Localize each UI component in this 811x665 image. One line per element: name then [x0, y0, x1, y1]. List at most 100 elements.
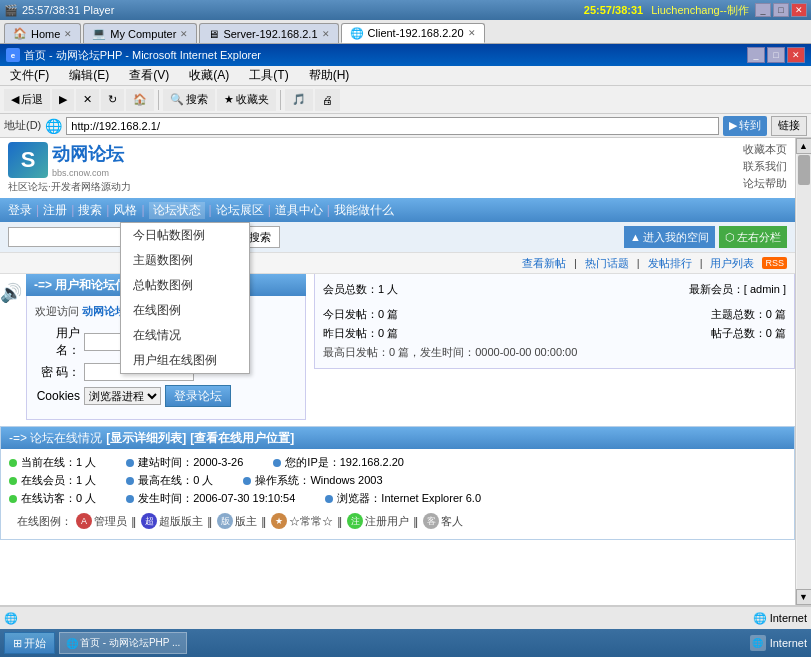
maximize-button[interactable]: □: [773, 3, 789, 17]
nav-search[interactable]: 搜索: [78, 202, 102, 219]
browser-window-controls[interactable]: _ □ ✕: [747, 47, 805, 63]
cookies-select[interactable]: 浏览器进程: [84, 387, 161, 405]
new-posts-link[interactable]: 查看新帖: [522, 256, 566, 271]
help-link[interactable]: 论坛帮助: [743, 176, 787, 191]
menu-help[interactable]: 帮助(H): [303, 66, 356, 85]
lr-split-button[interactable]: ⬡ 左右分栏: [719, 226, 787, 248]
post-rank-link[interactable]: 发帖排行: [648, 256, 692, 271]
menu-bar: 文件(F) 编辑(E) 查看(V) 收藏(A) 工具(T) 帮助(H): [0, 66, 811, 86]
enter-space-button[interactable]: ▲ 进入我的空间: [624, 226, 715, 248]
vip-icon: ★: [271, 513, 287, 529]
print-button[interactable]: 🖨: [315, 89, 340, 111]
scroll-up-arrow[interactable]: ▲: [796, 138, 812, 154]
scroll-track[interactable]: [797, 154, 811, 589]
tab-server[interactable]: 🖥 Server-192.168.2.1 ✕: [199, 23, 338, 43]
status-bar: 🌐 🌐 Internet: [0, 605, 811, 629]
tab-home[interactable]: 🏠 Home ✕: [4, 23, 81, 43]
tab-client-icon: 🌐: [350, 27, 364, 40]
stop-button[interactable]: ✕: [76, 89, 99, 111]
blue-dot3: [126, 477, 134, 485]
nav-login[interactable]: 登录: [8, 202, 32, 219]
address-input[interactable]: [66, 117, 719, 135]
minimize-button[interactable]: _: [755, 3, 771, 17]
home-button[interactable]: 🏠: [126, 89, 154, 111]
online-item-time: 发生时间：2006-07-30 19:10:54: [126, 491, 295, 506]
favorites-toolbar-button[interactable]: ★ 收藏夹: [217, 89, 276, 111]
login-button[interactable]: 登录论坛: [165, 385, 231, 407]
refresh-icon: ↻: [108, 93, 117, 106]
speaker-icon: 🔊: [0, 274, 26, 420]
tab-home-close[interactable]: ✕: [64, 29, 72, 39]
logo-name: 动网论坛: [52, 142, 124, 166]
online-item-founded: 建站时间：2000-3-26: [126, 455, 243, 470]
contact-link[interactable]: 联系我们: [743, 159, 787, 174]
tab-mycomputer-icon: 💻: [92, 27, 106, 40]
user-icons-row: 在线图例： A 管理员 ‖ 超 超版版主 ‖ 版 版主 ‖: [9, 509, 786, 533]
menu-file[interactable]: 文件(F): [4, 66, 55, 85]
arrow-right-icon: ▶: [729, 119, 737, 132]
online-header: -=> 论坛在线情况 [显示详细列表] [查看在线用户位置]: [1, 427, 794, 449]
online-item-current: 当前在线：1 人: [9, 455, 96, 470]
tab-mycomputer-close[interactable]: ✕: [180, 29, 188, 39]
search-toolbar-button[interactable]: 🔍 搜索: [163, 89, 215, 111]
nav-todo[interactable]: 我能做什么: [334, 202, 394, 219]
taskbar-item-ie[interactable]: 🌐 首页 - 动网论坛PHP ...: [59, 632, 187, 654]
windows-icon: ⊞: [13, 637, 22, 650]
forward-icon: ▶: [59, 93, 67, 106]
nav-register[interactable]: 注册: [43, 202, 67, 219]
user-icons-label: 在线图例：: [17, 514, 72, 529]
browser-close[interactable]: ✕: [787, 47, 805, 63]
nav-bar: 登录 | 注册 | 搜索 | 风格 | 论坛状态 | 论坛展区 | 道具中心 |…: [0, 198, 795, 222]
links-button[interactable]: 链接: [771, 116, 807, 136]
tab-client[interactable]: 🌐 Client-192.168.2.20 ✕: [341, 23, 485, 43]
dropdown-item-5[interactable]: 用户组在线图例: [121, 348, 249, 373]
dropdown-item-0[interactable]: 今日帖数图例: [121, 223, 249, 248]
tab-client-close[interactable]: ✕: [468, 28, 476, 38]
nav-tools[interactable]: 道具中心: [275, 202, 323, 219]
scroll-thumb[interactable]: [798, 155, 810, 185]
hot-topics-link[interactable]: 热门话题: [585, 256, 629, 271]
page-content: ▲ ▼ S 动网论坛 bbs.cnow.com 社区论坛·开发者网络源动力 收藏…: [0, 138, 811, 605]
tab-server-close[interactable]: ✕: [322, 29, 330, 39]
nav-zone[interactable]: 论坛展区: [216, 202, 264, 219]
view-pos-link[interactable]: [查看在线用户位置]: [190, 430, 294, 447]
browser-maximize[interactable]: □: [767, 47, 785, 63]
rss-badge[interactable]: RSS: [762, 257, 787, 269]
internet-icon: 🌐: [753, 612, 767, 624]
dropdown-item-2[interactable]: 总帖数图例: [121, 273, 249, 298]
toolbar-separator2: [280, 90, 281, 110]
admin-icon: A: [76, 513, 92, 529]
back-button[interactable]: ◀ 后退: [4, 89, 50, 111]
start-button[interactable]: ⊞ 开始: [4, 632, 55, 654]
tab-mycomputer[interactable]: 💻 My Computer ✕: [83, 23, 197, 43]
go-button[interactable]: ▶ 转到: [723, 116, 767, 136]
menu-tools[interactable]: 工具(T): [243, 66, 294, 85]
vertical-scrollbar[interactable]: ▲ ▼: [795, 138, 811, 605]
scroll-down-arrow[interactable]: ▼: [796, 589, 812, 605]
player-window-controls[interactable]: _ □ ✕: [755, 3, 807, 17]
menu-edit[interactable]: 编辑(E): [63, 66, 115, 85]
dropdown-item-1[interactable]: 主题数图例: [121, 248, 249, 273]
browser-minimize[interactable]: _: [747, 47, 765, 63]
close-button[interactable]: ✕: [791, 3, 807, 17]
supermod-icon-item: 超 超版版主: [141, 513, 203, 529]
logo-domain: bbs.cnow.com: [52, 168, 124, 178]
dropdown-item-4[interactable]: 在线情况: [121, 323, 249, 348]
online-title: -=> 论坛在线情况: [9, 430, 102, 447]
menu-view[interactable]: 查看(V): [123, 66, 175, 85]
online-row1: 当前在线：1 人 建站时间：2000-3-26 您的IP是：192.168.2.…: [9, 455, 786, 470]
nav-style[interactable]: 风格: [113, 202, 137, 219]
show-list-link[interactable]: [显示详细列表]: [106, 430, 186, 447]
address-bar: 地址(D) 🌐 ▶ 转到 链接: [0, 114, 811, 138]
refresh-button[interactable]: ↻: [101, 89, 124, 111]
nav-status[interactable]: 论坛状态: [149, 202, 205, 219]
status-internet: 🌐 Internet: [753, 612, 807, 625]
globe-icon: 🌐: [45, 118, 62, 134]
dropdown-item-3[interactable]: 在线图例: [121, 298, 249, 323]
online-row2: 在线会员：1 人 最高在线：0 人 操作系统：Windows 2003: [9, 473, 786, 488]
menu-favorites[interactable]: 收藏(A): [183, 66, 235, 85]
media-button[interactable]: 🎵: [285, 89, 313, 111]
forward-button[interactable]: ▶: [52, 89, 74, 111]
bookmark-link[interactable]: 收藏本页: [743, 142, 787, 157]
user-list-link[interactable]: 用户列表: [710, 256, 754, 271]
